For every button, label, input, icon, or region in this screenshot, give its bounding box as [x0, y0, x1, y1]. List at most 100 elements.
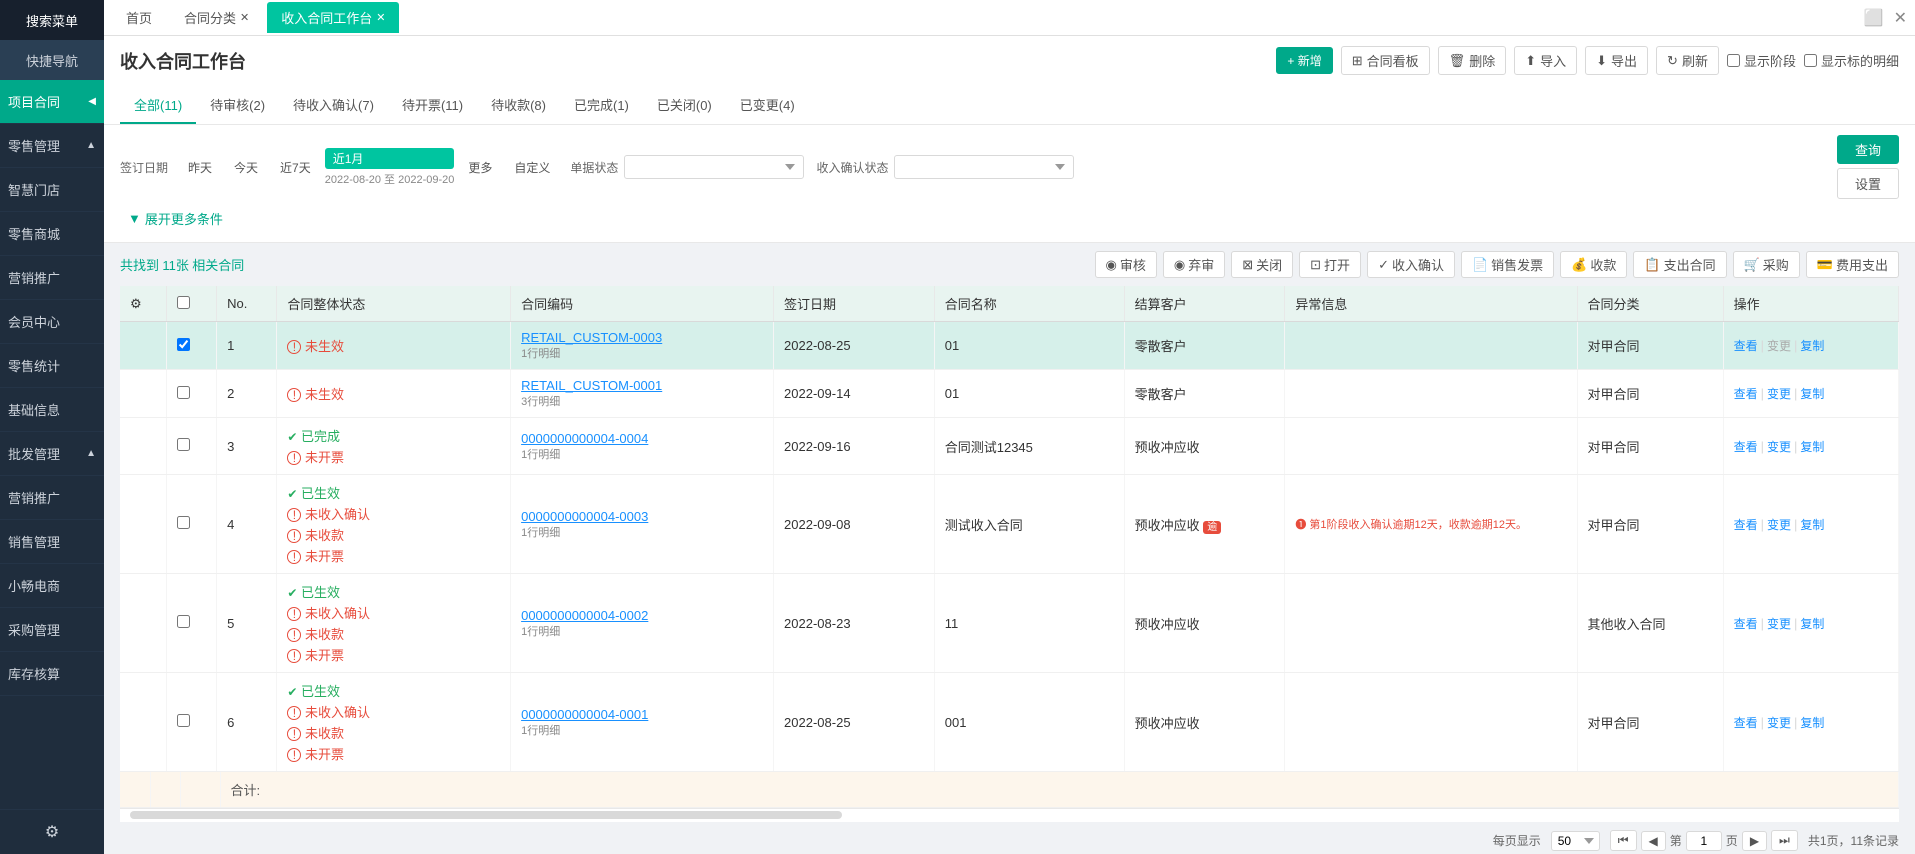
sidebar-search[interactable]: 搜索菜单 — [0, 0, 104, 40]
op-变更[interactable]: 变更 — [1767, 617, 1791, 631]
contract-code-link[interactable]: RETAIL_CUSTOM-0003 — [521, 330, 662, 345]
gear-col-icon[interactable]: ⚙ — [130, 296, 142, 311]
sidebar-settings[interactable]: ⚙ — [0, 809, 104, 854]
status-select[interactable] — [624, 155, 804, 179]
op-查看[interactable]: 查看 — [1734, 716, 1758, 730]
tab-contract-category[interactable]: 合同分类 ✕ — [170, 2, 263, 33]
op-查看[interactable]: 查看 — [1734, 617, 1758, 631]
op-变更[interactable]: 变更 — [1767, 716, 1791, 730]
new-button[interactable]: + 新增 — [1276, 47, 1332, 74]
op-复制[interactable]: 复制 — [1800, 518, 1824, 532]
select-all-checkbox[interactable] — [177, 296, 190, 309]
page-first-btn[interactable]: ⏮ — [1610, 830, 1637, 851]
action-abandon[interactable]: ◉ 弃审 — [1163, 251, 1225, 278]
sidebar-item-inventory[interactable]: 库存核算 — [0, 652, 104, 696]
row-checkbox[interactable] — [177, 714, 190, 727]
export-button[interactable]: ⬇ 导出 — [1585, 46, 1648, 75]
op-复制[interactable]: 复制 — [1800, 440, 1824, 454]
set-button[interactable]: 设置 — [1837, 168, 1899, 199]
row-checkbox[interactable] — [177, 516, 190, 529]
horizontal-scrollbar[interactable] — [130, 811, 842, 819]
query-button[interactable]: 查询 — [1837, 135, 1899, 164]
expand-filter-btn[interactable]: ▼ 展开更多条件 — [120, 205, 1899, 232]
sidebar-item-smart-store[interactable]: 智慧门店 — [0, 168, 104, 212]
action-open[interactable]: ⊡ 打开 — [1299, 251, 1361, 278]
sidebar-item-marketing2[interactable]: 营销推广 — [0, 476, 104, 520]
sidebar-item-marketing1[interactable]: 营销推广 — [0, 256, 104, 300]
row-checkbox[interactable] — [177, 386, 190, 399]
tab-all[interactable]: 全部(11) — [120, 87, 196, 124]
op-复制[interactable]: 复制 — [1800, 617, 1824, 631]
tab-pending-invoice[interactable]: 待开票(11) — [388, 87, 477, 124]
contract-code-link[interactable]: 0000000000004-0003 — [521, 509, 648, 524]
import-button[interactable]: ⬆ 导入 — [1514, 46, 1577, 75]
action-expense[interactable]: 💳 费用支出 — [1806, 251, 1899, 278]
close-icon[interactable]: ✕ — [376, 11, 385, 24]
tab-pending-confirm[interactable]: 待收入确认(7) — [279, 87, 388, 124]
op-变更[interactable]: 变更 — [1767, 387, 1791, 401]
page-input[interactable] — [1686, 831, 1722, 851]
tab-home[interactable]: 首页 — [112, 2, 166, 33]
sidebar-item-retail-mall[interactable]: 零售商城 — [0, 212, 104, 256]
action-receipt[interactable]: 💰 收款 — [1560, 251, 1627, 278]
contract-code-link[interactable]: 0000000000004-0002 — [521, 608, 648, 623]
sidebar-item-ecommerce[interactable]: 小畅电商 — [0, 564, 104, 608]
close-icon[interactable]: ✕ — [240, 11, 249, 24]
date-1month[interactable]: 近1月 — [325, 148, 455, 169]
page-last-btn[interactable]: ⏭ — [1771, 830, 1798, 851]
tab-pending-review[interactable]: 待审核(2) — [196, 87, 279, 124]
op-复制[interactable]: 复制 — [1800, 716, 1824, 730]
confirm-select[interactable] — [894, 155, 1074, 179]
row-checkbox[interactable] — [177, 615, 190, 628]
tab-pending-payment[interactable]: 待收款(8) — [477, 87, 560, 124]
kanban-button[interactable]: ⊞ 合同看板 — [1341, 46, 1430, 75]
sidebar-item-sales-mgmt[interactable]: 销售管理 — [0, 520, 104, 564]
op-复制[interactable]: 复制 — [1800, 339, 1824, 353]
sidebar-item-retail-mgmt[interactable]: 零售管理 ▲ — [0, 124, 104, 168]
sidebar-item-basic-info[interactable]: 基础信息 — [0, 388, 104, 432]
action-review[interactable]: ◉ 审核 — [1095, 251, 1157, 278]
date-custom[interactable]: 自定义 — [506, 157, 558, 178]
action-purchase[interactable]: 🛒 采购 — [1733, 251, 1800, 278]
row-checkbox[interactable] — [177, 338, 190, 351]
tab-closed[interactable]: 已关闭(0) — [643, 87, 726, 124]
page-prev-btn[interactable]: ◀ — [1641, 831, 1666, 851]
date-7days[interactable]: 近7天 — [272, 157, 319, 178]
op-复制[interactable]: 复制 — [1800, 387, 1824, 401]
contract-code-link[interactable]: 0000000000004-0004 — [521, 431, 648, 446]
page-size-select[interactable]: 50 20 100 — [1551, 831, 1600, 851]
tab-completed[interactable]: 已完成(1) — [560, 87, 643, 124]
show-fields-checkbox[interactable]: 显示阶段 — [1727, 51, 1796, 70]
op-变更[interactable]: 变更 — [1767, 518, 1791, 532]
date-today[interactable]: 今天 — [226, 157, 266, 178]
date-more[interactable]: 更多 — [460, 157, 500, 178]
delete-button[interactable]: 🗑 删除 — [1438, 46, 1507, 75]
sidebar-item-purchase-mgmt[interactable]: 采购管理 — [0, 608, 104, 652]
action-income-confirm[interactable]: ✓ 收入确认 — [1367, 251, 1455, 278]
sidebar-item-wholesale-mgmt[interactable]: 批发管理 ▲ — [0, 432, 104, 476]
action-outgoing-contract[interactable]: 📋 支出合同 — [1633, 251, 1726, 278]
sidebar-item-member[interactable]: 会员中心 — [0, 300, 104, 344]
contract-code-link[interactable]: 0000000000004-0001 — [521, 707, 648, 722]
tab-changed[interactable]: 已变更(4) — [726, 87, 809, 124]
sidebar-item-retail-stats[interactable]: 零售统计 — [0, 344, 104, 388]
op-查看[interactable]: 查看 — [1734, 339, 1758, 353]
close-window-icon[interactable]: ✕ — [1894, 8, 1907, 28]
op-查看[interactable]: 查看 — [1734, 387, 1758, 401]
op-变更[interactable]: 变更 — [1767, 440, 1791, 454]
op-查看[interactable]: 查看 — [1734, 440, 1758, 454]
sidebar-item-project-contract[interactable]: 项目合同 ◀ — [0, 80, 104, 124]
action-close[interactable]: ⊠ 关闭 — [1231, 251, 1293, 278]
refresh-button[interactable]: ↻ 刷新 — [1656, 46, 1719, 75]
tab-income-contract[interactable]: 收入合同工作台 ✕ — [267, 2, 399, 33]
date-yesterday[interactable]: 昨天 — [180, 157, 220, 178]
page-next-btn[interactable]: ▶ — [1742, 831, 1767, 851]
maximize-icon[interactable]: ⬜ — [1864, 8, 1884, 28]
action-invoice[interactable]: 📄 销售发票 — [1461, 251, 1554, 278]
op-查看[interactable]: 查看 — [1734, 518, 1758, 532]
row-checkbox[interactable] — [177, 438, 190, 451]
contract-code-link[interactable]: RETAIL_CUSTOM-0001 — [521, 378, 662, 393]
show-details-checkbox[interactable]: 显示标的明细 — [1804, 51, 1899, 70]
excl-icon: ! — [287, 508, 301, 522]
sidebar-quick-nav[interactable]: 快捷导航 — [0, 40, 104, 80]
